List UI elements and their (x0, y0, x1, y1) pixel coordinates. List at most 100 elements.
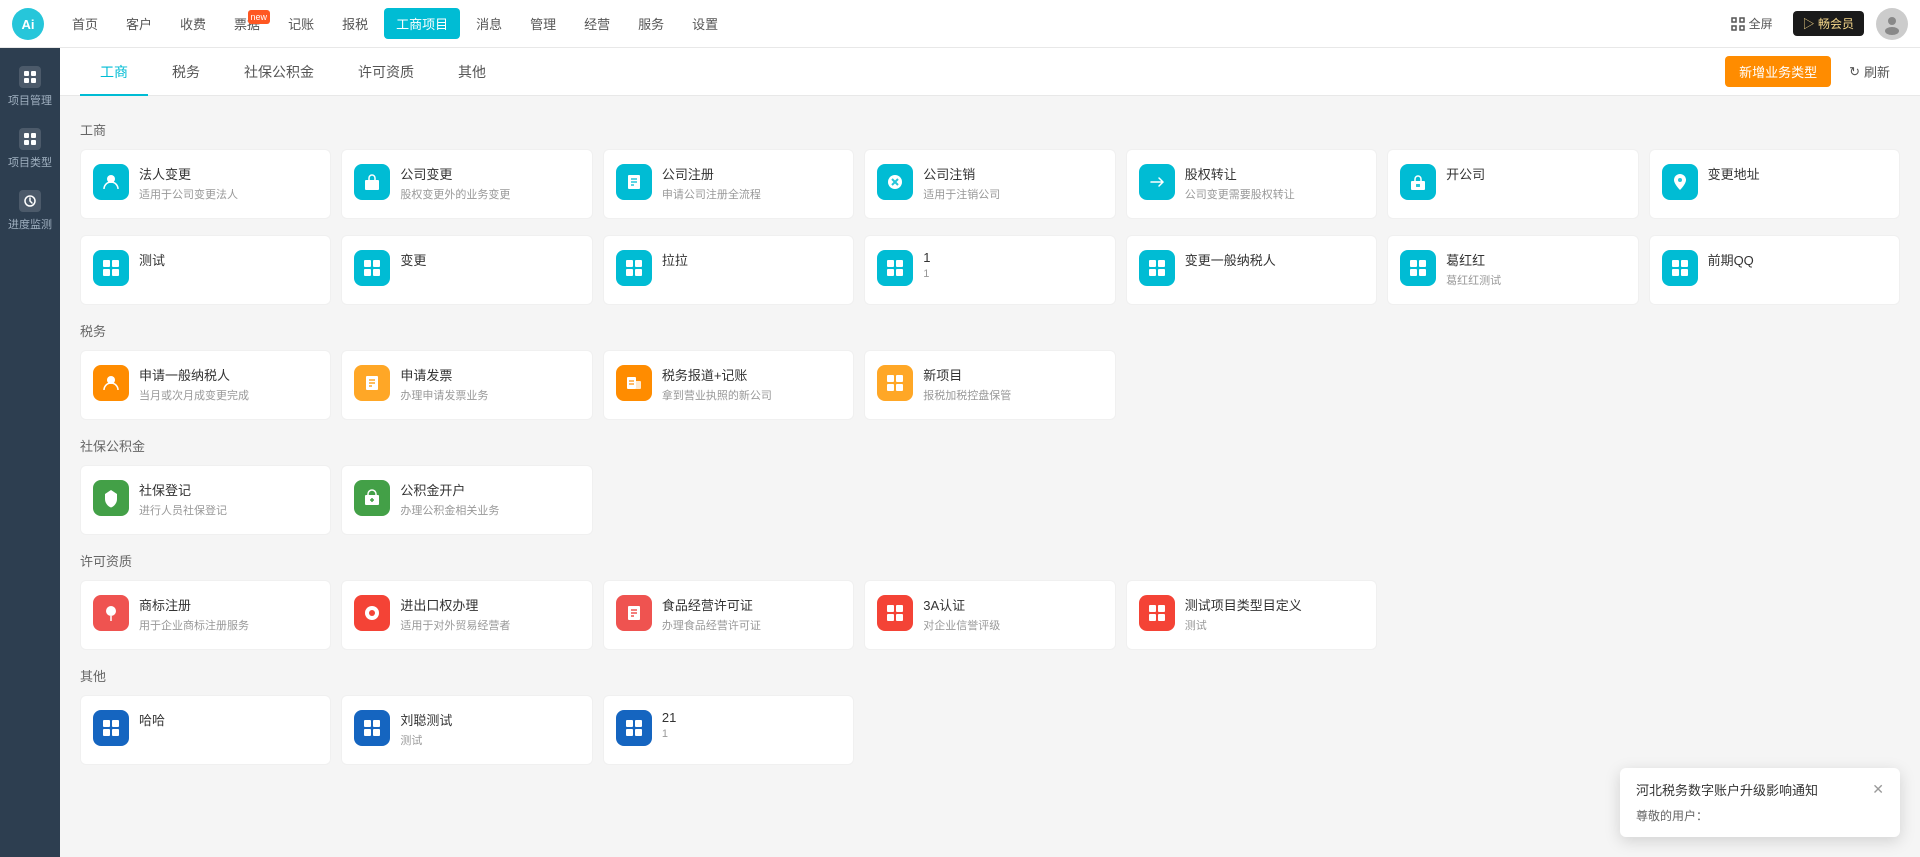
nav-tax[interactable]: 报税 (330, 8, 380, 39)
card-info-shenqingnashui: 申请一般纳税人 当月或次月成变更完成 (139, 365, 318, 403)
card-name-ceshi: 测试 (139, 250, 318, 269)
card-desc-shenqingnashui: 当月或次月成变更完成 (139, 387, 318, 403)
sidebar-item-project-manage[interactable]: 项目管理 (0, 56, 60, 118)
card-gongsi-zhuce[interactable]: 公司注册 申请公司注册全流程 (603, 149, 854, 219)
nav-ticket[interactable]: 票据 new (222, 8, 272, 39)
fullscreen-btn[interactable]: 全屏 (1723, 11, 1781, 36)
card-desc-gongjijinkaihu: 办理公积金相关业务 (400, 502, 579, 518)
card-gongsi-biangeng[interactable]: 公司变更 股权变更外的业务变更 (341, 149, 592, 219)
card-icon-gongsizhuxiao (877, 164, 913, 200)
nav-bookkeeping[interactable]: 记账 (276, 8, 326, 39)
card-desc-gongsizhuce: 申请公司注册全流程 (662, 186, 841, 202)
card-biangeng-dizhi[interactable]: 变更地址 (1649, 149, 1900, 219)
card-name-xinxiangmu: 新项目 (923, 365, 1102, 384)
play-icon: ▷ (1803, 17, 1815, 31)
card-info-qianqiqq: 前期QQ (1708, 250, 1887, 272)
nav-service[interactable]: 服务 (626, 8, 676, 39)
sidebar-item-project-type[interactable]: 项目类型 (0, 118, 60, 180)
nav-manage[interactable]: 管理 (518, 8, 568, 39)
card-shuiwu-jizh[interactable]: 税务报道+记账 拿到营业执照的新公司 (603, 350, 854, 420)
card-icon-21 (616, 710, 652, 746)
sidebar-item-progress[interactable]: 进度监测 (0, 180, 60, 242)
card-21[interactable]: 21 1 (603, 695, 854, 765)
card-qianqi-qq[interactable]: 前期QQ (1649, 235, 1900, 305)
card-name-gongjijinkaihu: 公积金开户 (400, 480, 579, 499)
card-icon-ceshi (93, 250, 129, 286)
shuiwu-cards: 申请一般纳税人 当月或次月成变更完成 申请发票 (80, 350, 1900, 420)
card-guquan-zhuanrang[interactable]: 股权转让 公司变更需要股权转让 (1126, 149, 1377, 219)
card-icon-xinxiangmu (877, 365, 913, 401)
card-icon-shipinxuke (616, 595, 652, 631)
card-gehonghong[interactable]: 葛红红 葛红红测试 (1387, 235, 1638, 305)
new-type-button[interactable]: 新增业务类型 (1725, 56, 1831, 87)
card-icon-biangengdizhi (1662, 164, 1698, 200)
card-info-guquanzhuanrang: 股权转让 公司变更需要股权转让 (1185, 164, 1364, 202)
tab-xuke[interactable]: 许可资质 (338, 48, 434, 96)
card-shangbiao-zhuce[interactable]: 商标注册 用于企业商标注册服务 (80, 580, 331, 650)
card-shebao-dengji[interactable]: 社保登记 进行人员社保登记 (80, 465, 331, 535)
nav-home[interactable]: 首页 (60, 8, 110, 39)
sidebar: 项目管理 项目类型 进度监测 (0, 48, 60, 857)
card-info-jinchukouquan: 进出口权办理 适用于对外贸易经营者 (400, 595, 579, 633)
card-ceshi[interactable]: 测试 (80, 235, 331, 305)
section-title-qita: 其他 (80, 666, 1900, 685)
card-kai-gongsi[interactable]: 开公司 (1387, 149, 1638, 219)
card-icon-3arenzheng (877, 595, 913, 631)
card-haha[interactable]: 哈哈 (80, 695, 331, 765)
card-faren-biangeng[interactable]: 法人变更 适用于公司变更法人 (80, 149, 331, 219)
app-logo[interactable]: Ai (12, 8, 44, 40)
card-info-gongsibiangeng: 公司变更 股权变更外的业务变更 (400, 164, 579, 202)
card-name-shipinxuke: 食品经营许可证 (662, 595, 841, 614)
card-liucong-ceshi[interactable]: 刘聪测试 测试 (341, 695, 592, 765)
tab-gongshang[interactable]: 工商 (80, 48, 148, 96)
nav-business[interactable]: 工商项目 (384, 8, 460, 39)
card-desc-guquanzhuanrang: 公司变更需要股权转让 (1185, 186, 1364, 202)
card-info-gongjijinkaihu: 公积金开户 办理公积金相关业务 (400, 480, 579, 518)
card-icon-gongsiizhuce (616, 164, 652, 200)
tab-shebao[interactable]: 社保公积金 (224, 48, 334, 96)
content-scroll[interactable]: 工商 法人变更 适用于公司变更法人 (60, 96, 1920, 857)
svg-text:Ai: Ai (22, 17, 35, 32)
sidebar-label-progress: 进度监测 (8, 216, 52, 232)
card-icon-jinchukouquan (354, 595, 390, 631)
card-shipin-xuke[interactable]: 食品经营许可证 办理食品经营许可证 (603, 580, 854, 650)
nav-settings[interactable]: 设置 (680, 8, 730, 39)
card-desc-gongsizhuxiao: 适用于注销公司 (923, 186, 1102, 202)
card-name-biangengnashui: 变更一般纳税人 (1185, 250, 1364, 269)
card-name-qianqiqq: 前期QQ (1708, 250, 1887, 269)
card-shenqing-nashui[interactable]: 申请一般纳税人 当月或次月成变更完成 (80, 350, 331, 420)
sidebar-label-project-type: 项目类型 (8, 154, 52, 170)
tab-other[interactable]: 其他 (438, 48, 506, 96)
card-info-3arenzheng: 3A认证 对企业信誉评级 (923, 595, 1102, 633)
card-gongjijin-kaihu[interactable]: 公积金开户 办理公积金相关业务 (341, 465, 592, 535)
card-desc-jinchukouquan: 适用于对外贸易经营者 (400, 617, 579, 633)
card-ceshi-xiangmu[interactable]: 测试项目类型目定义 测试 (1126, 580, 1377, 650)
user-avatar[interactable] (1876, 8, 1908, 40)
nav-operation[interactable]: 经营 (572, 8, 622, 39)
card-gongsi-zhuxiao[interactable]: 公司注销 适用于注销公司 (864, 149, 1115, 219)
card-info-biangengnashui: 变更一般纳税人 (1185, 250, 1364, 272)
main-layout: 项目管理 项目类型 进度监测 (0, 48, 1920, 857)
shebao-cards: 社保登记 进行人员社保登记 公积金开户 (80, 465, 1900, 535)
nav-customer[interactable]: 客户 (114, 8, 164, 39)
refresh-button[interactable]: ↻ 刷新 (1839, 56, 1900, 87)
card-lala[interactable]: 拉拉 (603, 235, 854, 305)
card-jinchukouquan[interactable]: 进出口权办理 适用于对外贸易经营者 (341, 580, 592, 650)
fullscreen-label: 全屏 (1749, 15, 1773, 32)
notification-close-btn[interactable]: ✕ (1872, 781, 1884, 798)
card-one[interactable]: 1 1 (864, 235, 1115, 305)
refresh-icon: ↻ (1849, 64, 1860, 80)
card-3a-renzheng[interactable]: 3A认证 对企业信誉评级 (864, 580, 1115, 650)
tab-shuiwu[interactable]: 税务 (152, 48, 220, 96)
section-title-gongshang: 工商 (80, 120, 1900, 139)
card-biangeng-納税[interactable]: 变更一般纳税人 (1126, 235, 1377, 305)
vip-btn[interactable]: ▷ 畅会员 (1793, 11, 1864, 36)
card-xin-xiangmu[interactable]: 新项目 报税加税控盘保管 (864, 350, 1115, 420)
card-icon-gongjijinkaihu (354, 480, 390, 516)
card-biangeng2[interactable]: 变更 (341, 235, 592, 305)
nav-message[interactable]: 消息 (464, 8, 514, 39)
card-name-jinchukouquan: 进出口权办理 (400, 595, 579, 614)
nav-fee[interactable]: 收费 (168, 8, 218, 39)
card-shenqing-fapiao[interactable]: 申请发票 办理申请发票业务 (341, 350, 592, 420)
project-manage-icon (19, 66, 41, 88)
